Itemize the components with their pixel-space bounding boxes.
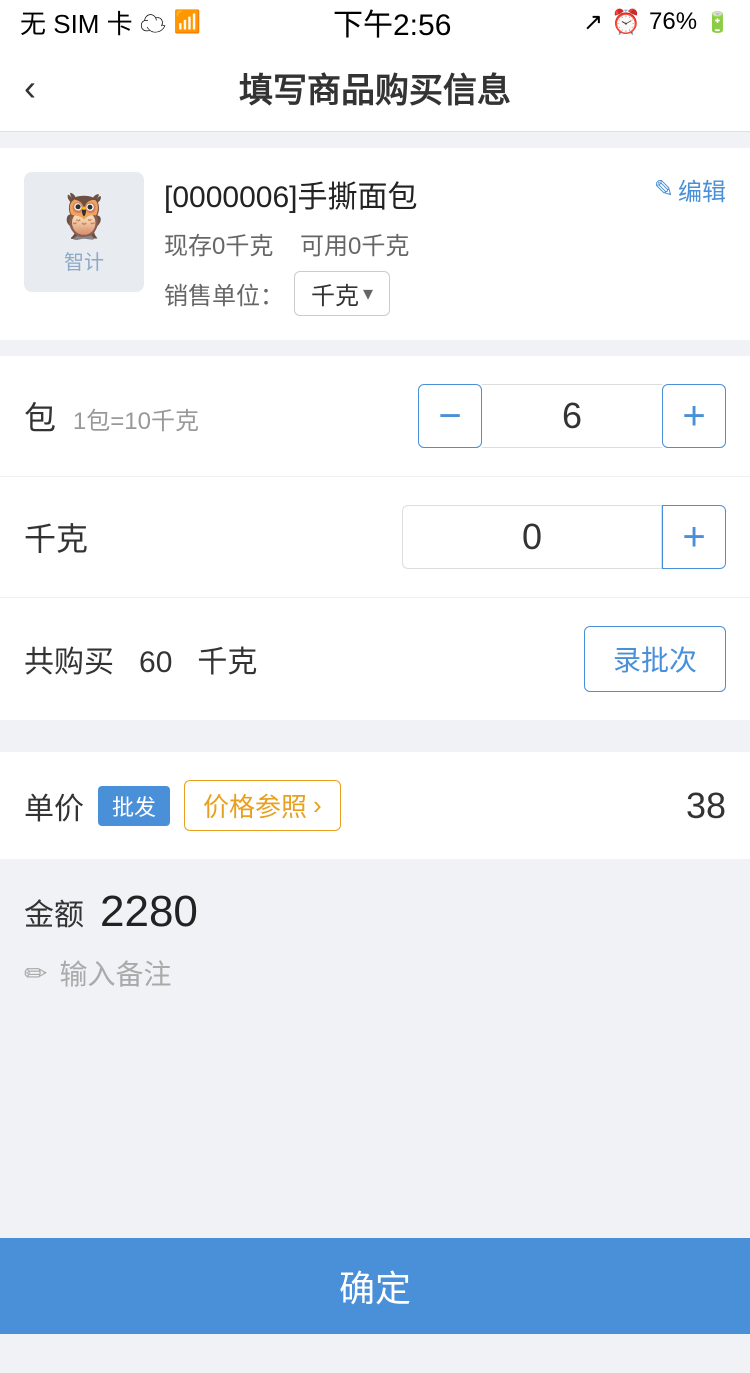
status-right: ↗ ⏰ 76% 🔋 [583, 8, 730, 37]
stock-label: 现存0千克 [164, 233, 273, 260]
back-button[interactable]: ‹ [24, 67, 36, 109]
price-ref-label: 价格参照 [203, 787, 307, 824]
wifi-icon: 📶 [174, 9, 201, 35]
brand-label: 智计 [64, 246, 104, 275]
sim-label: 无 SIM 卡 ☁ [20, 4, 166, 41]
product-unit-row: 销售单位： 千克 ▾ [164, 271, 634, 316]
unit-value: 千克 [311, 276, 359, 311]
note-placeholder: 输入备注 [59, 953, 171, 993]
total-unit: 千克 [197, 646, 257, 679]
kg-input[interactable] [402, 505, 662, 569]
amount-label: 金额 [24, 890, 84, 934]
amount-row: 金额 2280 [24, 887, 726, 937]
edit-label: 编辑 [678, 172, 726, 207]
amount-value: 2280 [100, 887, 198, 937]
available-label: 可用0千克 [300, 233, 409, 260]
quantity-section: 包 1包=10千克 − + 千克 + [0, 356, 750, 598]
bag-unit: 包 [24, 400, 56, 436]
edit-icon: ✎ [654, 175, 674, 204]
total-text: 共购买 60 千克 [24, 637, 257, 681]
product-image: 🦉 智计 [24, 172, 144, 292]
price-value: 38 [686, 785, 726, 827]
product-logo-icon: 🦉 [57, 190, 112, 242]
location-icon: ↗ [583, 8, 603, 37]
status-bar: 无 SIM 卡 ☁ 📶 下午2:56 ↗ ⏰ 76% 🔋 [0, 0, 750, 44]
total-row: 共购买 60 千克 录批次 [0, 598, 750, 720]
dropdown-icon: ▾ [363, 281, 373, 306]
bag-input[interactable] [482, 384, 662, 448]
total-prefix: 共购买 [24, 646, 114, 679]
product-name: [0000006]手撕面包 [164, 172, 634, 216]
kg-label: 千克 [24, 514, 402, 560]
price-ref-button[interactable]: 价格参照 › [184, 780, 341, 831]
bag-minus-button[interactable]: − [418, 384, 482, 448]
page-title: 填写商品购买信息 [239, 63, 511, 112]
note-icon: ✏ [24, 957, 47, 990]
bag-plus-button[interactable]: + [662, 384, 726, 448]
alarm-icon: ⏰ [611, 8, 641, 37]
kg-row: 千克 + [0, 477, 750, 598]
confirm-button[interactable]: 确定 [0, 1238, 750, 1334]
unit-label: 销售单位： [164, 276, 284, 311]
battery-icon: 🔋 [705, 10, 730, 35]
price-section: 单价 批发 价格参照 › 38 [0, 752, 750, 859]
price-tag: 批发 [98, 786, 170, 826]
bag-controls: − + [418, 384, 726, 448]
bag-row: 包 1包=10千克 − + [0, 356, 750, 477]
kg-controls: + [402, 505, 726, 569]
product-info: [0000006]手撕面包 现存0千克 可用0千克 销售单位： 千克 ▾ [164, 172, 634, 316]
amount-section: 金额 2280 ✏ 输入备注 [0, 859, 750, 1013]
status-time: 下午2:56 [333, 0, 451, 44]
product-card: 🦉 智计 [0000006]手撕面包 现存0千克 可用0千克 销售单位： 千克 … [0, 148, 750, 340]
price-ref-arrow: › [313, 790, 322, 821]
kg-plus-button[interactable]: + [662, 505, 726, 569]
nav-bar: ‹ 填写商品购买信息 [0, 44, 750, 132]
product-stock: 现存0千克 可用0千克 [164, 226, 634, 261]
product-card-right: ✎ 编辑 [654, 172, 726, 207]
divider-1 [0, 720, 750, 736]
bag-hint: 1包=10千克 [73, 408, 199, 435]
edit-button[interactable]: ✎ 编辑 [654, 172, 726, 207]
record-batch-button[interactable]: 录批次 [584, 626, 726, 692]
bag-label: 包 1包=10千克 [24, 393, 418, 439]
unit-select[interactable]: 千克 ▾ [294, 271, 390, 316]
status-left: 无 SIM 卡 ☁ 📶 [20, 4, 201, 41]
note-row[interactable]: ✏ 输入备注 [24, 953, 726, 1013]
price-label: 单价 [24, 784, 84, 828]
battery-label: 76% [649, 8, 697, 36]
total-quantity: 60 [139, 646, 172, 679]
